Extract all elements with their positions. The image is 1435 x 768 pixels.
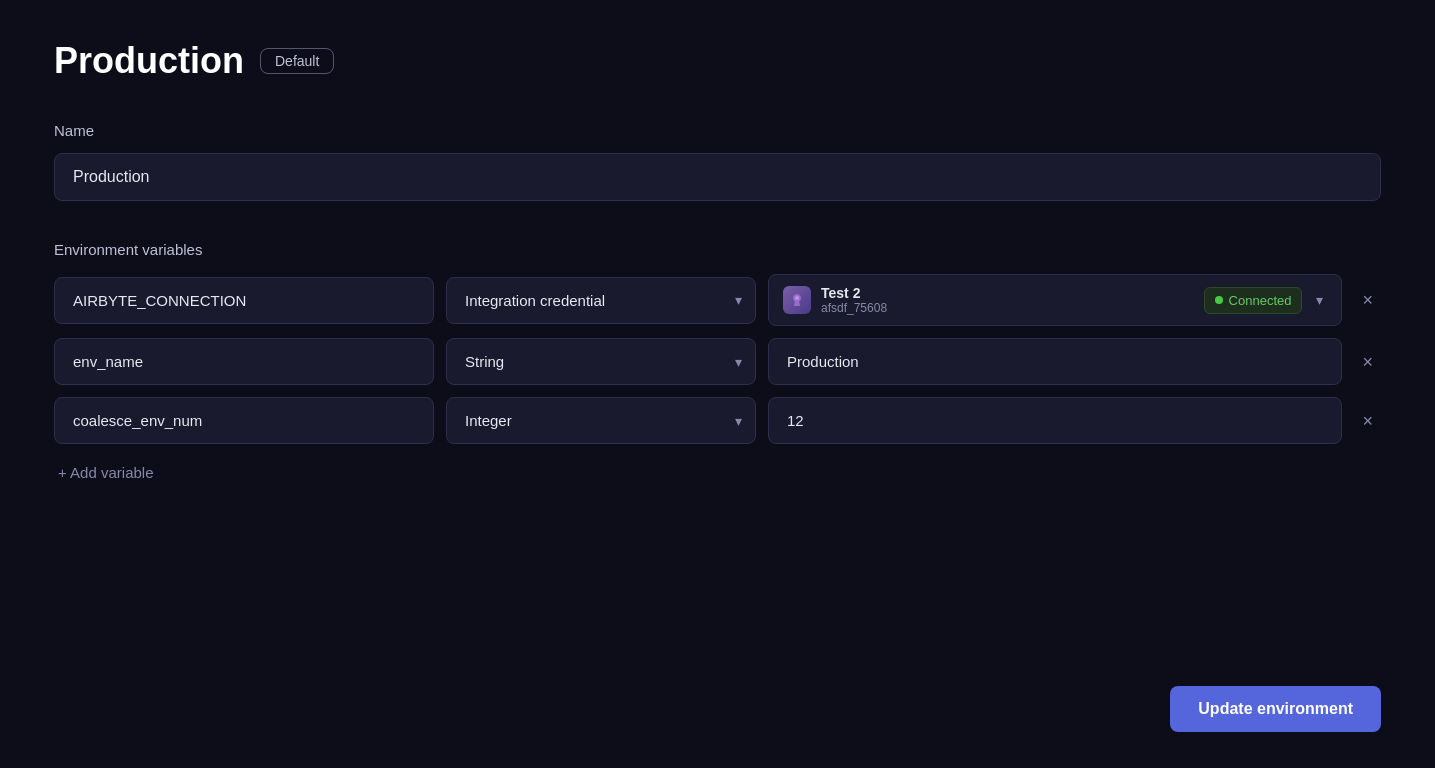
- integration-name: Test 2: [821, 285, 1194, 301]
- var-value-input-2[interactable]: [768, 397, 1342, 444]
- page-header: Production Default: [54, 40, 1381, 82]
- name-section: Name: [54, 122, 1381, 233]
- name-label: Name: [54, 122, 1381, 139]
- connected-label: Connected: [1229, 293, 1292, 308]
- var-type-select-0[interactable]: Integration credential String Integer Bo…: [446, 277, 756, 324]
- variable-row: String Integer Boolean Integration crede…: [54, 397, 1381, 444]
- name-input[interactable]: [54, 153, 1381, 201]
- add-variable-button[interactable]: + Add variable: [54, 456, 158, 489]
- env-variables-section: Environment variables Integration creden…: [54, 241, 1381, 489]
- integration-dropdown-btn[interactable]: ▾: [1312, 292, 1327, 308]
- var-value-input-1[interactable]: [768, 338, 1342, 385]
- var-type-wrapper-2: String Integer Boolean Integration crede…: [446, 397, 756, 444]
- var-key-input-1[interactable]: [54, 338, 434, 385]
- remove-variable-btn-0[interactable]: ×: [1354, 287, 1381, 313]
- connected-badge: Connected: [1204, 287, 1303, 314]
- integration-info: Test 2 afsdf_75608: [821, 285, 1194, 315]
- remove-variable-btn-2[interactable]: ×: [1354, 408, 1381, 434]
- connected-dot: [1215, 296, 1223, 304]
- integration-value-0: Test 2 afsdf_75608 Connected ▾: [768, 274, 1342, 326]
- page-title: Production: [54, 40, 244, 82]
- var-type-wrapper-0: Integration credential String Integer Bo…: [446, 277, 756, 324]
- var-key-input-0[interactable]: [54, 277, 434, 324]
- integration-id: afsdf_75608: [821, 301, 1194, 315]
- svg-point-0: [795, 296, 799, 300]
- remove-variable-btn-1[interactable]: ×: [1354, 349, 1381, 375]
- variable-row: Integration credential String Integer Bo…: [54, 274, 1381, 326]
- integration-icon: [783, 286, 811, 314]
- var-type-select-2[interactable]: String Integer Boolean Integration crede…: [446, 397, 756, 444]
- var-type-select-1[interactable]: String Integer Boolean Integration crede…: [446, 338, 756, 385]
- env-section-label: Environment variables: [54, 241, 1381, 258]
- var-key-input-2[interactable]: [54, 397, 434, 444]
- var-type-wrapper-1: String Integer Boolean Integration crede…: [446, 338, 756, 385]
- default-badge[interactable]: Default: [260, 48, 334, 74]
- update-environment-button[interactable]: Update environment: [1170, 686, 1381, 732]
- variable-row: String Integer Boolean Integration crede…: [54, 338, 1381, 385]
